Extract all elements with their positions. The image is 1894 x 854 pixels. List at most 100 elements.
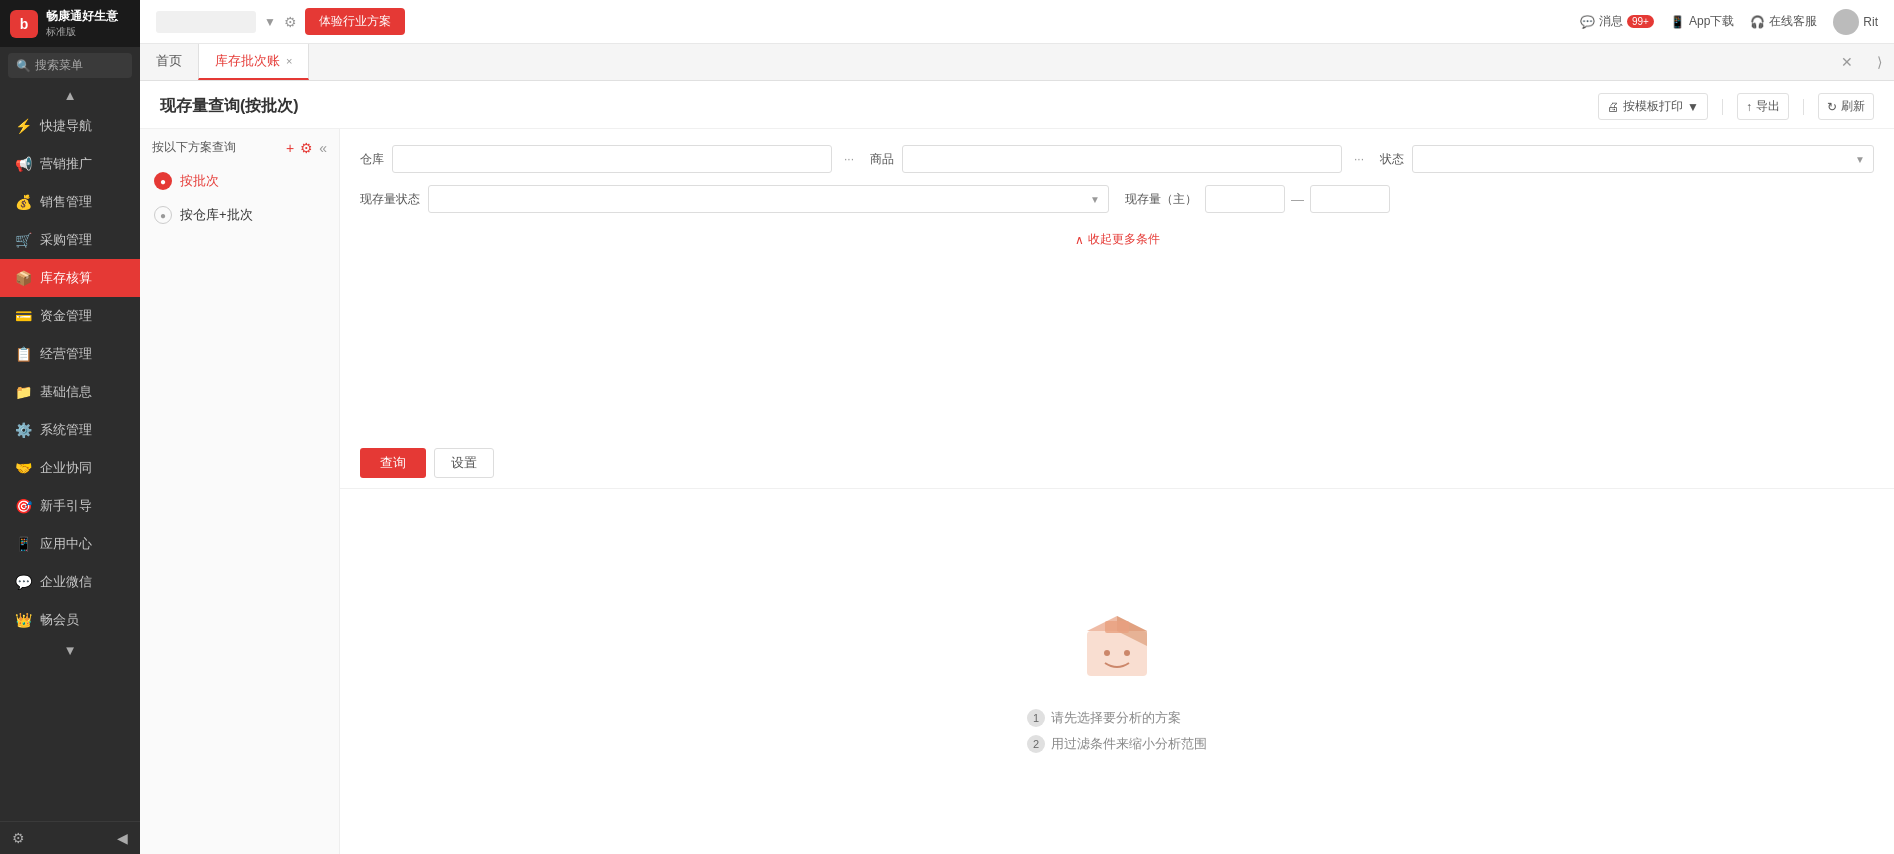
sidebar-item-quick-nav[interactable]: ⚡ 快捷导航	[0, 107, 140, 145]
scheme-item-by-batch[interactable]: ● 按批次	[140, 164, 339, 198]
collapse-sidebar-icon[interactable]: ◀	[117, 830, 128, 846]
scheme-item-by-warehouse-batch[interactable]: ● 按仓库+批次	[140, 198, 339, 232]
tab-inventory-batch[interactable]: 库存批次账 ×	[198, 44, 309, 80]
scheme-icon-by-warehouse-batch: ●	[154, 206, 172, 224]
scheme-settings-icon[interactable]: ⚙	[300, 140, 313, 156]
topbar-left: ▼ ⚙ 体验行业方案	[156, 8, 405, 35]
scheme-add-icon[interactable]: +	[286, 140, 294, 156]
collapse-filters-btn[interactable]: ∧ 收起更多条件	[360, 225, 1874, 254]
sidebar-item-label-marketing: 营销推广	[40, 155, 92, 173]
sidebar-item-operation[interactable]: 📋 经营管理	[0, 335, 140, 373]
warehouse-more-icon[interactable]: ···	[844, 152, 854, 166]
content-body: 按以下方案查询 + ⚙ « ● 按批次 ● 按仓库+批次	[140, 129, 1894, 854]
tab-home[interactable]: 首页	[140, 44, 198, 80]
hint-text-1: 请先选择要分析的方案	[1051, 709, 1181, 727]
refresh-label: 刷新	[1841, 98, 1865, 115]
user-avatar-area[interactable]: Rit	[1833, 9, 1878, 35]
sidebar-items-list: ⚡ 快捷导航 📢 营销推广 💰 销售管理 🛒 采购管理 📦 库存核算 💳 资金管…	[0, 107, 140, 639]
filter-group-status: 状态 ▼	[1380, 145, 1874, 173]
scheme-panel-label: 按以下方案查询	[152, 139, 236, 156]
hint-text-2: 用过滤条件来缩小分析范围	[1051, 735, 1207, 753]
export-icon: ↑	[1746, 100, 1752, 114]
sidebar-item-label-member: 畅会员	[40, 611, 79, 629]
status-select[interactable]: ▼	[1412, 145, 1874, 173]
scheme-panel: 按以下方案查询 + ⚙ « ● 按批次 ● 按仓库+批次	[140, 129, 340, 854]
page-header-actions: 🖨 按模板打印 ▼ ↑ 导出 ↻ 刷新	[1598, 93, 1874, 120]
breadcrumb-arrow-icon[interactable]: ▼	[264, 15, 276, 29]
status-chevron-icon: ▼	[1855, 154, 1865, 165]
inventory-icon: 📦	[14, 269, 32, 287]
hint-num-1: 1	[1027, 709, 1045, 727]
sidebar-item-label-wechat: 企业微信	[40, 573, 92, 591]
sidebar-item-enterprise[interactable]: 🤝 企业协同	[0, 449, 140, 487]
finance-icon: 💳	[14, 307, 32, 325]
stock-status-chevron-icon: ▼	[1090, 194, 1100, 205]
sidebar-item-marketing[interactable]: 📢 营销推广	[0, 145, 140, 183]
stock-qty-min-input[interactable]	[1205, 185, 1285, 213]
query-button[interactable]: 查询	[360, 448, 426, 478]
scheme-icon-by-batch: ●	[154, 172, 172, 190]
chevron-up-icon: ∧	[1075, 233, 1084, 247]
app-logo: b	[10, 10, 38, 38]
tab-home-label: 首页	[156, 52, 182, 70]
stock-status-label: 现存量状态	[360, 191, 420, 208]
wechat-icon: 💬	[14, 573, 32, 591]
tab-close-icon[interactable]: ×	[286, 55, 292, 67]
status-label: 状态	[1380, 151, 1404, 168]
scheme-panel-header: 按以下方案查询 + ⚙ «	[140, 139, 339, 164]
app-download-icon: 📱	[1670, 15, 1685, 29]
experience-btn[interactable]: 体验行业方案	[305, 8, 405, 35]
topbar-gear-icon[interactable]: ⚙	[284, 14, 297, 30]
empty-hints: 1 请先选择要分析的方案 2 用过滤条件来缩小分析范围	[1027, 709, 1207, 753]
scheme-label-by-batch: 按批次	[180, 172, 219, 190]
sidebar-item-label-finance: 资金管理	[40, 307, 92, 325]
headset-icon: 🎧	[1750, 15, 1765, 29]
sidebar-item-purchase[interactable]: 🛒 采购管理	[0, 221, 140, 259]
breadcrumb-input[interactable]	[156, 11, 256, 33]
sidebar-scroll-down[interactable]: ▼	[0, 639, 140, 662]
topbar-right: 💬 消息 99+ 📱 App下载 🎧 在线客服 Rit	[1580, 9, 1878, 35]
stock-status-select[interactable]: ▼	[428, 185, 1109, 213]
scheme-items: ● 按批次 ● 按仓库+批次	[140, 164, 339, 232]
page-header: 现存量查询(按批次) 🖨 按模板打印 ▼ ↑ 导出 ↻ 刷新	[140, 81, 1894, 129]
main-area: ▼ ⚙ 体验行业方案 💬 消息 99+ 📱 App下载 🎧 在线客服 Rit	[140, 0, 1894, 854]
goods-input[interactable]	[902, 145, 1342, 173]
settings-button[interactable]: 设置	[434, 448, 494, 478]
sidebar-item-system[interactable]: ⚙️ 系统管理	[0, 411, 140, 449]
online-service-btn[interactable]: 🎧 在线客服	[1750, 13, 1817, 30]
filter-group-goods: 商品 ···	[870, 145, 1364, 173]
tabs-panel-expand-btn[interactable]: ⟩	[1865, 54, 1894, 70]
sidebar-search[interactable]: 🔍 搜索菜单	[8, 53, 132, 78]
settings-icon[interactable]: ⚙	[12, 830, 25, 846]
action-row: 查询 设置	[340, 438, 1894, 489]
sidebar-item-basic[interactable]: 📁 基础信息	[0, 373, 140, 411]
tabs-panel-close-btn[interactable]: ✕	[1829, 54, 1865, 70]
sidebar-item-sales[interactable]: 💰 销售管理	[0, 183, 140, 221]
messages-btn[interactable]: 💬 消息 99+	[1580, 13, 1654, 30]
app-title-block: 畅康通好生意 标准版	[46, 8, 118, 39]
tabs-list: 首页 库存批次账 ×	[140, 44, 1829, 80]
sidebar-item-app-center[interactable]: 📱 应用中心	[0, 525, 140, 563]
warehouse-input[interactable]	[392, 145, 832, 173]
stock-qty-range: —	[1205, 185, 1874, 213]
app-version: 标准版	[46, 25, 118, 39]
sidebar-item-member[interactable]: 👑 畅会员	[0, 601, 140, 639]
print-btn[interactable]: 🖨 按模板打印 ▼	[1598, 93, 1708, 120]
export-btn[interactable]: ↑ 导出	[1737, 93, 1789, 120]
print-icon: 🖨	[1607, 100, 1619, 114]
search-icon: 🔍	[16, 59, 31, 73]
sidebar-item-inventory[interactable]: 📦 库存核算	[0, 259, 140, 297]
sidebar-item-newbie[interactable]: 🎯 新手引导	[0, 487, 140, 525]
sidebar-item-wechat[interactable]: 💬 企业微信	[0, 563, 140, 601]
stock-qty-max-input[interactable]	[1310, 185, 1390, 213]
app-company-name: 畅康通好生意	[46, 8, 118, 25]
app-download-btn[interactable]: 📱 App下载	[1670, 13, 1734, 30]
refresh-btn[interactable]: ↻ 刷新	[1818, 93, 1874, 120]
goods-more-icon[interactable]: ···	[1354, 152, 1364, 166]
export-label: 导出	[1756, 98, 1780, 115]
online-service-label: 在线客服	[1769, 13, 1817, 30]
scheme-collapse-icon[interactable]: «	[319, 140, 327, 156]
sidebar-item-finance[interactable]: 💳 资金管理	[0, 297, 140, 335]
sidebar-scroll-up[interactable]: ▲	[0, 84, 140, 107]
print-dropdown-icon: ▼	[1687, 100, 1699, 114]
